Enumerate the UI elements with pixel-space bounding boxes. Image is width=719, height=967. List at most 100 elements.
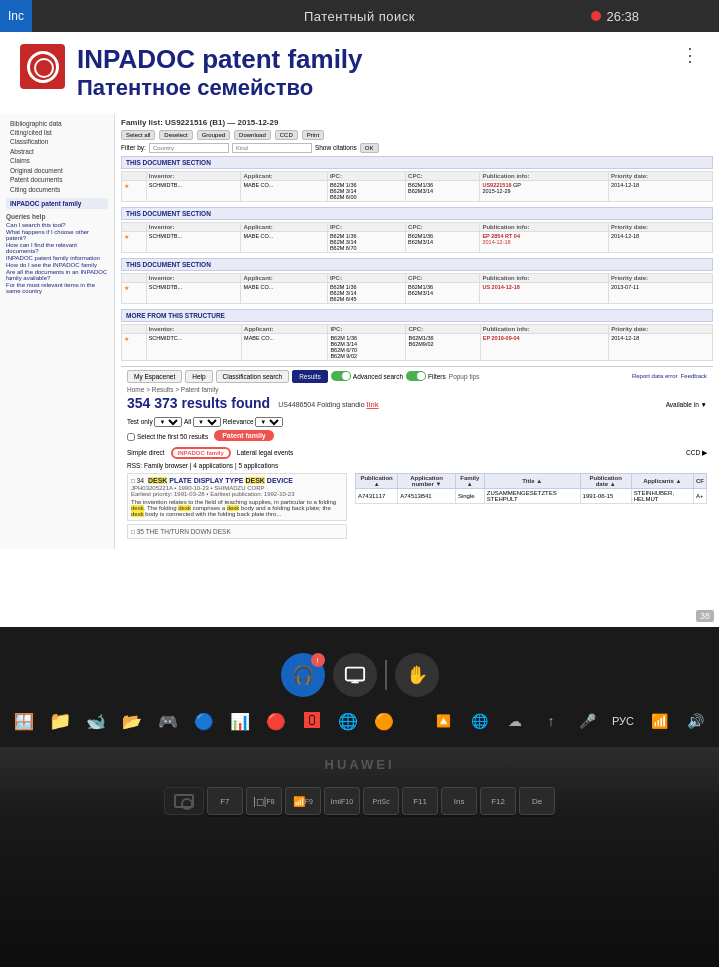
taskbar-docker[interactable]: 🐋 [80, 705, 112, 737]
taskbar-wifi[interactable]: 📶 [643, 705, 675, 737]
taskbar-onedrive[interactable]: ☁ [499, 705, 531, 737]
sidebar-item-claims[interactable]: Claims [6, 157, 108, 165]
star-cell: ★ [122, 180, 147, 201]
sidebar-query-5[interactable]: How do I see the INPADOC family [6, 262, 108, 268]
tab-classification[interactable]: Classification search [216, 370, 290, 383]
patent-family-button[interactable]: Patent family [214, 430, 274, 441]
taskbar-mic[interactable]: 🎤 [571, 705, 603, 737]
patent-title-block: INPADOC patent family Патентное семейств… [77, 44, 669, 102]
sidebar-item-original[interactable]: Original document [6, 167, 108, 175]
select-50-checkbox[interactable] [127, 433, 135, 441]
patent-display: INPADOC patent family Патентное семейств… [0, 32, 719, 627]
sidebar-query-3[interactable]: How can I find the relevant documents? [6, 242, 108, 254]
sidebar-item-biblio[interactable]: Bibliographic data [6, 120, 108, 128]
feedback-link[interactable]: Feedback [681, 373, 707, 379]
filter-kind-input[interactable] [232, 143, 312, 153]
key-f10[interactable]: lml F10 [324, 787, 360, 815]
taskbar-windows[interactable]: 🪟 [8, 705, 40, 737]
key-f7[interactable]: F7 [207, 787, 243, 815]
ccd-btn[interactable]: CCD [275, 130, 298, 140]
pub-date-red: US9221516 [482, 182, 511, 188]
camera-key[interactable] [164, 787, 204, 815]
sidebar-query-6[interactable]: Are all the documents in an INPADOC fami… [6, 269, 108, 281]
advanced-search-toggle[interactable]: Advanced search [331, 371, 403, 381]
deselect-btn[interactable]: Deselect [159, 130, 192, 140]
ccd-link[interactable]: CCD ▶ [686, 449, 707, 457]
select-all-btn[interactable]: Select all [121, 130, 155, 140]
result-table-area: Publication ▲ Application number ▼ Famil… [355, 473, 707, 542]
sidebar-item-abstract[interactable]: Abstract [6, 148, 108, 156]
filters-toggle[interactable]: Filters [406, 371, 446, 381]
tab-my-espacenet[interactable]: My Espacenet [127, 370, 182, 383]
taskbar-network[interactable]: 🌐 [463, 705, 495, 737]
taskbar-explorer[interactable]: 📁 [44, 705, 76, 737]
taskbar-folder[interactable]: 📂 [116, 705, 148, 737]
cell-cf: A+ [693, 488, 706, 503]
screen-share-button[interactable] [333, 653, 377, 697]
report-error[interactable]: Report data error [632, 373, 678, 379]
taskbar-updates[interactable]: ↑ [535, 705, 567, 737]
pub-date-red-4: EP 2019-09-04 [483, 335, 520, 341]
key-f9[interactable]: 📶 F9 [285, 787, 321, 815]
key-ins[interactable]: Ins [441, 787, 477, 815]
relevance-select[interactable]: ▼ [255, 417, 283, 427]
filters-toggle-switch[interactable] [406, 371, 426, 381]
sidebar-query-4[interactable]: INPADOC patent family information [6, 255, 108, 261]
apply-filter-btn[interactable]: OK [360, 143, 379, 153]
download-btn[interactable]: Download [234, 130, 271, 140]
hand-pointer-button[interactable]: ✋ [395, 653, 439, 697]
print-btn[interactable]: Print [302, 130, 324, 140]
taskbar-discord[interactable]: 🎮 [152, 705, 184, 737]
key-del[interactable]: De [519, 787, 555, 815]
taskbar-excel[interactable]: 📊 [224, 705, 256, 737]
toggle-switch[interactable] [331, 371, 351, 381]
key-f8-icon: |◻| [253, 796, 266, 807]
taskbar-volume[interactable]: 🔊 [679, 705, 711, 737]
sidebar-item-class[interactable]: Classification [6, 138, 108, 146]
key-prtsc[interactable]: PrtSc [363, 787, 399, 815]
result-list: □ 34 DESK PLATE DISPLAY TYPE DESK DEVICE… [127, 473, 347, 542]
taskbar-right: 🔼 🌐 ☁ ↑ 🎤 РУС 📶 🔊 [427, 705, 711, 737]
test-select[interactable]: ▼ [154, 417, 182, 427]
sidebar-item-citing[interactable]: Citing/cited list [6, 129, 108, 137]
patent-logo [20, 44, 65, 89]
sidebar-item-patent-docs[interactable]: Patent documents [6, 176, 108, 184]
key-f8[interactable]: |◻| F8 [246, 787, 282, 815]
taskbar-chevron-up[interactable]: 🔼 [427, 705, 459, 737]
camera-icon [174, 794, 194, 808]
taskbar-app[interactable]: 🟠 [368, 705, 400, 737]
grouped-btn[interactable]: Grouped [197, 130, 230, 140]
applicant-cell: MABE CO... [241, 231, 327, 252]
inpadoc-family-btn[interactable]: INPADOC family [171, 447, 231, 459]
sidebar-inpadoc-label[interactable]: INPADOC patent family [6, 198, 108, 209]
taskbar-yandex[interactable]: 🔴 [260, 705, 292, 737]
patent-body: Bibliographic data Citing/cited list Cla… [0, 114, 719, 549]
patent-sidebar: Bibliographic data Citing/cited list Cla… [0, 114, 115, 549]
family-list-header: Family list: US9221516 (B1) — 2015-12-29 [121, 118, 713, 127]
priority-cell: 2014-12-18 [609, 180, 713, 201]
pub-cell: US9221516 GP2015-12-29 [480, 180, 609, 201]
volume-icon: 🔊 [687, 713, 704, 729]
key-f12[interactable]: F12 [480, 787, 516, 815]
patent-menu-button[interactable]: ⋮ [681, 44, 699, 66]
tab-help[interactable]: Help [185, 370, 212, 383]
taskbar-opera[interactable]: 🅾 [296, 705, 328, 737]
query-link[interactable]: link [367, 401, 379, 408]
sidebar-query-7[interactable]: For the most relevant items in the same … [6, 282, 108, 294]
key-f11[interactable]: F11 [402, 787, 438, 815]
excel-icon: 📊 [230, 712, 250, 731]
col-cpc: CPC: [406, 273, 480, 282]
family-controls: Select all Deselect Grouped Download CCD… [121, 130, 713, 140]
taskbar-language[interactable]: РУС [607, 705, 639, 737]
sidebar-query-2[interactable]: What happens if I choose other patent? [6, 229, 108, 241]
taskbar-chrome[interactable]: 🌐 [332, 705, 364, 737]
all-select[interactable]: ▼ [193, 417, 221, 427]
sidebar-item-citing-docs[interactable]: Citing documents [6, 186, 108, 194]
ipc-cell: B62M 1/36B62M 3/14B62M 6/45 [327, 282, 405, 303]
tab-results[interactable]: Results [292, 370, 328, 383]
result-title-1[interactable]: □ 34 DESK PLATE DISPLAY TYPE DESK DEVICE [131, 477, 343, 484]
sidebar-query-1[interactable]: Can I search this tool? [6, 222, 108, 228]
taskbar-zoom[interactable]: 🔵 [188, 705, 220, 737]
popup-tips[interactable]: Popup tips [449, 373, 480, 380]
filter-country-input[interactable] [149, 143, 229, 153]
